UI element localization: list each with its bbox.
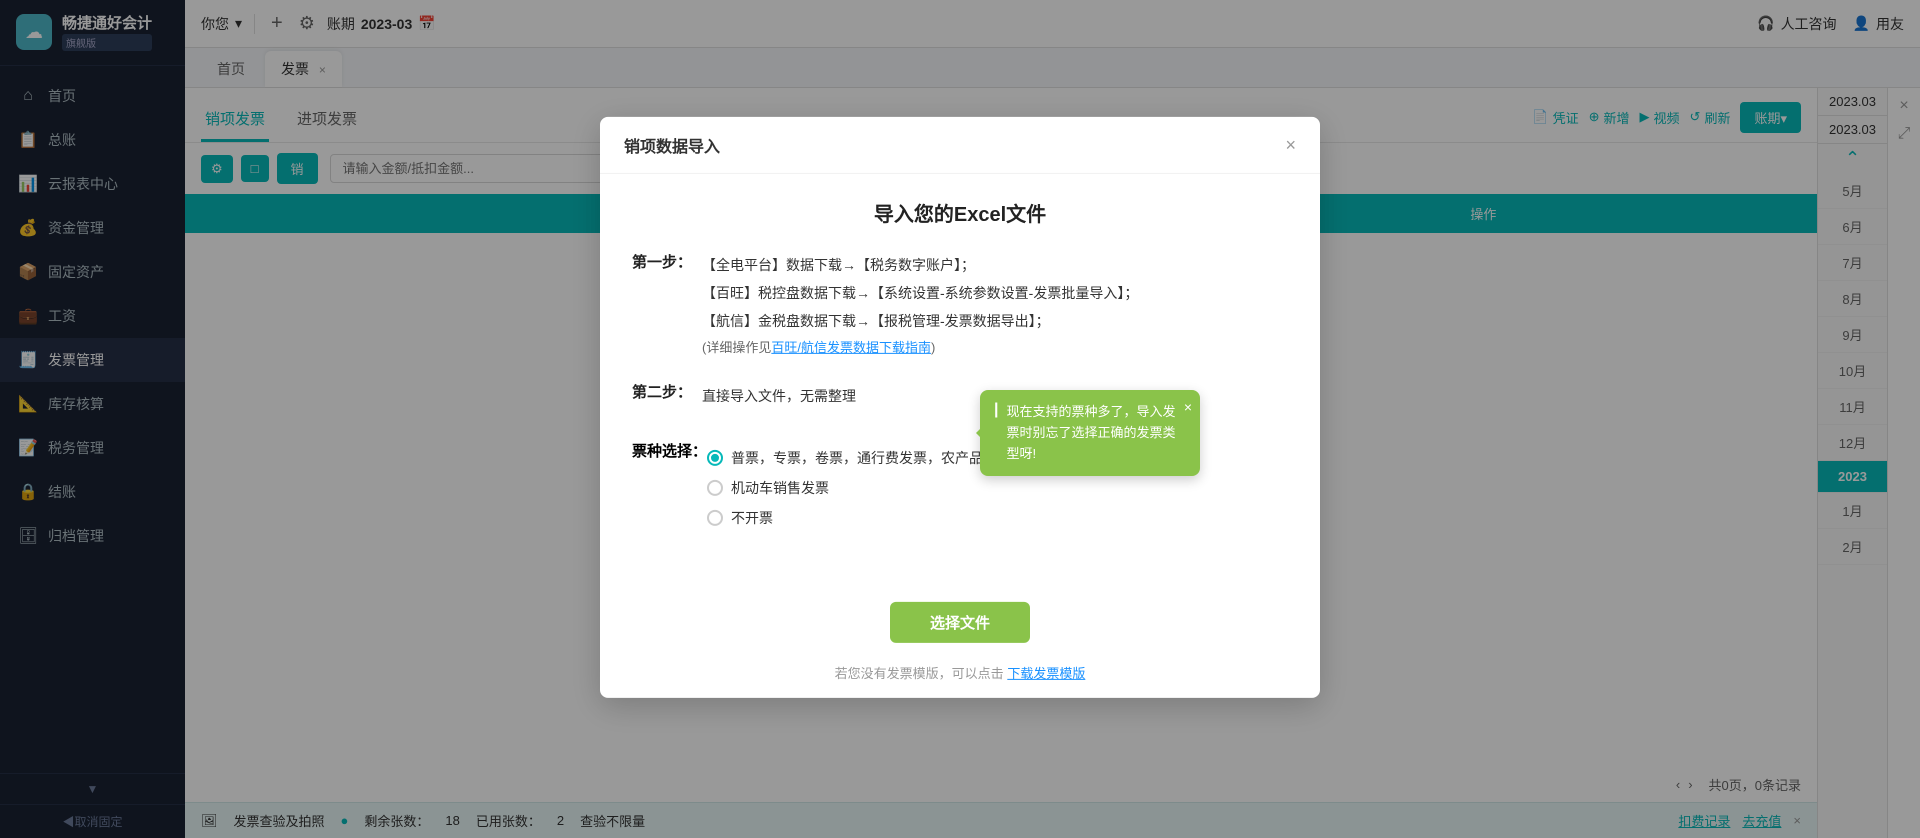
step1-hint: (详细操作见百旺/航信发票数据下载指南) (702, 335, 1138, 361)
import-modal: 销项数据导入 × 导入您的Excel文件 第一步： 【全电平台】数据下载→【税务… (600, 117, 1320, 698)
modal-main-title: 导入您的Excel文件 (632, 198, 1288, 227)
tooltip-bubble: × | 现在支持的票种多了，导入发票时别忘了选择正确的发票类型呀! (980, 390, 1200, 476)
step1-content: 【全电平台】数据下载→【税务数字账户】； 【百旺】税控盘数据下载→【系统设置-系… (702, 251, 1138, 361)
step1-label: 第一步： (632, 251, 702, 272)
guide-link[interactable]: 百旺/航信发票数据下载指南 (771, 340, 931, 355)
modal-title: 销项数据导入 (624, 133, 720, 157)
step2-content: 直接导入文件，无需整理 (702, 381, 856, 409)
step1-line1: 【全电平台】数据下载→【税务数字账户】； (702, 251, 1138, 279)
modal-footer: 选择文件 (600, 590, 1320, 663)
radio-label-3: 不开票 (731, 508, 773, 528)
radio-circle-3 (707, 510, 723, 526)
tooltip-close-btn[interactable]: × (1184, 396, 1192, 418)
modal-bottom-note: 若您没有发票模版，可以点击 下载发票模版 (600, 663, 1320, 698)
modal-header: 销项数据导入 × (600, 117, 1320, 174)
tooltip-bar: | (994, 402, 998, 418)
select-file-btn[interactable]: 选择文件 (890, 602, 1030, 643)
modal-body: 导入您的Excel文件 第一步： 【全电平台】数据下载→【税务数字账户】； 【百… (600, 174, 1320, 590)
step1-line2: 【百旺】税控盘数据下载→【系统设置-系统参数设置-发票批量导入】； (702, 279, 1138, 307)
step2-label: 第二步： (632, 381, 702, 402)
step1-line3: 【航信】金税盘数据下载→【报税管理-发票数据导出】； (702, 307, 1138, 335)
tooltip-text: 现在支持的票种多了，导入发票时别忘了选择正确的发票类型呀! (1006, 402, 1186, 464)
radio-item-3[interactable]: 不开票 (707, 508, 1039, 528)
step1-section: 第一步： 【全电平台】数据下载→【税务数字账户】； 【百旺】税控盘数据下载→【系… (632, 251, 1288, 361)
radio-circle-2 (707, 480, 723, 496)
download-template-link[interactable]: 下载发票模版 (1007, 666, 1085, 681)
modal-close-btn[interactable]: × (1285, 134, 1296, 155)
radio-item-2[interactable]: 机动车销售发票 (707, 478, 1039, 498)
radio-label: 票种选择： (632, 430, 707, 461)
radio-circle-1 (707, 450, 723, 466)
radio-label-2: 机动车销售发票 (731, 478, 829, 498)
